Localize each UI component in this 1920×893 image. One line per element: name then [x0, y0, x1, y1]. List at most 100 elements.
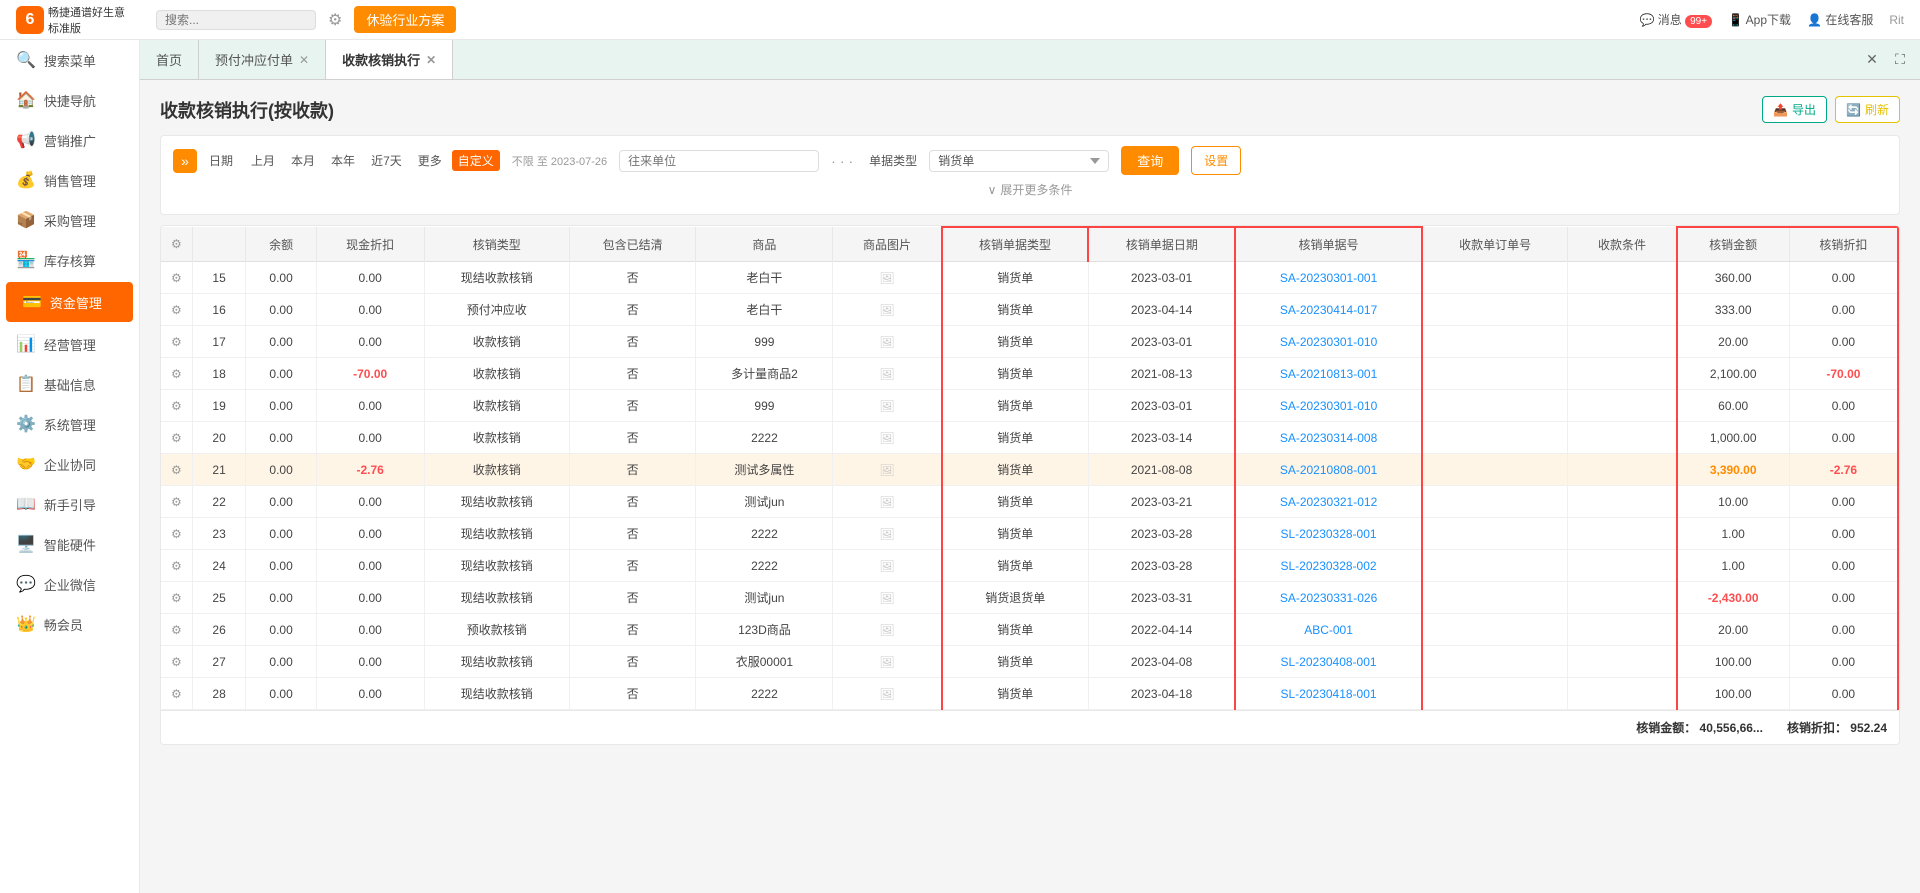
cell-cash-discount: 0.00	[316, 614, 424, 646]
tab-prepay[interactable]: 预付冲应付单 ✕	[199, 40, 326, 79]
breadcrumb-input[interactable]	[156, 10, 316, 30]
cell-goods-img: 🖼	[833, 390, 942, 422]
tab-close-receipt[interactable]: ✕	[426, 53, 436, 67]
cell-included-settled: 否	[569, 454, 696, 486]
cell-settings[interactable]: ⚙	[161, 678, 192, 710]
sidebar-item-hardware[interactable]: 🖥️ 智能硬件	[0, 524, 139, 564]
cell-verify-bill-no[interactable]: SA-20230301-001	[1235, 262, 1422, 294]
filter-expand-btn[interactable]: »	[173, 149, 197, 173]
sidebar-item-finance[interactable]: 💳 资金管理	[6, 282, 133, 322]
sidebar-item-marketing[interactable]: 📢 营销推广	[0, 120, 139, 160]
industry-btn[interactable]: 休验行业方案	[354, 6, 456, 33]
export-btn[interactable]: 📤 导出	[1762, 96, 1827, 123]
sidebar-item-inventory[interactable]: 🏪 库存核算	[0, 240, 139, 280]
cell-verify-bill-no[interactable]: ABC-001	[1235, 614, 1422, 646]
cell-verify-bill-no[interactable]: SL-20230328-001	[1235, 518, 1422, 550]
tab-receipt[interactable]: 收款核销执行 ✕	[326, 40, 453, 79]
app-download[interactable]: 📱 App下载	[1728, 11, 1791, 28]
cell-verify-bill-no[interactable]: SA-20230321-012	[1235, 486, 1422, 518]
sidebar-item-purchase[interactable]: 📦 采购管理	[0, 200, 139, 240]
cell-settings[interactable]: ⚙	[161, 454, 192, 486]
cell-settings[interactable]: ⚙	[161, 614, 192, 646]
cell-included-settled: 否	[569, 358, 696, 390]
date-this-month[interactable]: 本月	[285, 150, 321, 171]
tab-expand-btn[interactable]: ⛶	[1888, 48, 1912, 72]
th-settings[interactable]: ⚙	[161, 227, 192, 262]
cell-cash-discount: -70.00	[316, 358, 424, 390]
cell-settings[interactable]: ⚙	[161, 486, 192, 518]
cell-settings[interactable]: ⚙	[161, 422, 192, 454]
date-7days[interactable]: 近7天	[365, 150, 408, 171]
main-content: 首页 预付冲应付单 ✕ 收款核销执行 ✕ ✕ ⛶ 收款核销执行(按收款)	[140, 40, 1920, 893]
cell-cash-discount: 0.00	[316, 294, 424, 326]
cell-settings[interactable]: ⚙	[161, 294, 192, 326]
partner-input[interactable]	[619, 150, 819, 172]
date-custom-btn[interactable]: 自定义	[452, 150, 500, 171]
sidebar-item-quick-nav[interactable]: 🏠 快捷导航	[0, 80, 139, 120]
sidebar-item-basic[interactable]: 📋 基础信息	[0, 364, 139, 404]
cell-verify-bill-no[interactable]: SL-20230408-001	[1235, 646, 1422, 678]
sidebar-label-search: 搜索菜单	[44, 51, 96, 70]
cell-verify-bill-no[interactable]: SA-20230331-026	[1235, 582, 1422, 614]
th-goods: 商品	[696, 227, 833, 262]
cell-cash-discount: 0.00	[316, 582, 424, 614]
cell-verify-bill-no[interactable]: SL-20230418-001	[1235, 678, 1422, 710]
gear-icon[interactable]: ⚙	[328, 10, 342, 30]
date-more[interactable]: 更多	[412, 150, 448, 171]
sidebar-label-enterprise: 企业协同	[44, 455, 96, 474]
date-this-year[interactable]: 本年	[325, 150, 361, 171]
operations-icon: 📊	[16, 334, 36, 354]
cell-verify-type: 收款核销	[424, 454, 569, 486]
cell-verify-discount: 0.00	[1789, 262, 1898, 294]
sidebar-item-operations[interactable]: 📊 经营管理	[0, 324, 139, 364]
sidebar-item-member[interactable]: 👑 畅会员	[0, 604, 139, 644]
tab-close-prepay[interactable]: ✕	[299, 53, 309, 67]
cell-verify-bill-no[interactable]: SL-20230328-002	[1235, 550, 1422, 582]
sidebar-item-wechat[interactable]: 💬 企业微信	[0, 564, 139, 604]
query-btn[interactable]: 查询	[1121, 146, 1179, 175]
expand-more-btn[interactable]: ∨ 展开更多条件	[173, 175, 1887, 204]
cell-settings[interactable]: ⚙	[161, 390, 192, 422]
date-last-month[interactable]: 上月	[245, 150, 281, 171]
online-service[interactable]: 👤 在线客服	[1807, 11, 1873, 28]
bill-type-select[interactable]: 销货单 采购单	[929, 150, 1109, 172]
cell-goods: 999	[696, 326, 833, 358]
cell-settings[interactable]: ⚙	[161, 326, 192, 358]
cell-goods: 测试jun	[696, 486, 833, 518]
settings-btn[interactable]: 设置	[1191, 146, 1241, 175]
cell-balance: 0.00	[246, 294, 316, 326]
cell-settings[interactable]: ⚙	[161, 550, 192, 582]
sidebar-item-sales[interactable]: 💰 销售管理	[0, 160, 139, 200]
cell-verify-amount: 1,000.00	[1677, 422, 1790, 454]
cell-settings[interactable]: ⚙	[161, 518, 192, 550]
cell-verify-bill-no[interactable]: SA-20210813-001	[1235, 358, 1422, 390]
cell-settings[interactable]: ⚙	[161, 582, 192, 614]
sidebar-item-guide[interactable]: 📖 新手引导	[0, 484, 139, 524]
sidebar-item-enterprise[interactable]: 🤝 企业协同	[0, 444, 139, 484]
cell-verify-bill-date: 2023-03-21	[1088, 486, 1235, 518]
cell-settings[interactable]: ⚙	[161, 646, 192, 678]
cell-verify-bill-no[interactable]: SA-20230301-010	[1235, 326, 1422, 358]
th-verify-discount: 核销折扣	[1789, 227, 1898, 262]
cell-verify-bill-no[interactable]: SA-20230314-008	[1235, 422, 1422, 454]
sidebar-item-system[interactable]: ⚙️ 系统管理	[0, 404, 139, 444]
tab-home[interactable]: 首页	[140, 40, 199, 79]
cell-verify-bill-no[interactable]: SA-20230301-010	[1235, 390, 1422, 422]
cell-settings[interactable]: ⚙	[161, 358, 192, 390]
cell-balance: 0.00	[246, 326, 316, 358]
cell-receipt-order	[1422, 422, 1568, 454]
refresh-btn[interactable]: 🔄 刷新	[1835, 96, 1900, 123]
wechat-icon: 💬	[16, 574, 36, 594]
sidebar-item-search[interactable]: 🔍 搜索菜单	[0, 40, 139, 80]
cell-verify-bill-type: 销货单	[942, 678, 1089, 710]
cell-receipt-order	[1422, 550, 1568, 582]
cell-receipt-condition	[1568, 454, 1677, 486]
cell-verify-bill-no[interactable]: SA-20210808-001	[1235, 454, 1422, 486]
cell-settings[interactable]: ⚙	[161, 262, 192, 294]
sidebar-label-hardware: 智能硬件	[44, 535, 96, 554]
tab-close-btn[interactable]: ✕	[1860, 48, 1884, 72]
table-row: ⚙ 26 0.00 0.00 预收款核销 否 123D商品 🖼 销货单 2022…	[161, 614, 1898, 646]
cell-verify-bill-no[interactable]: SA-20230414-017	[1235, 294, 1422, 326]
cell-balance: 0.00	[246, 486, 316, 518]
msg-section[interactable]: 💬 消息 99+	[1639, 11, 1712, 28]
